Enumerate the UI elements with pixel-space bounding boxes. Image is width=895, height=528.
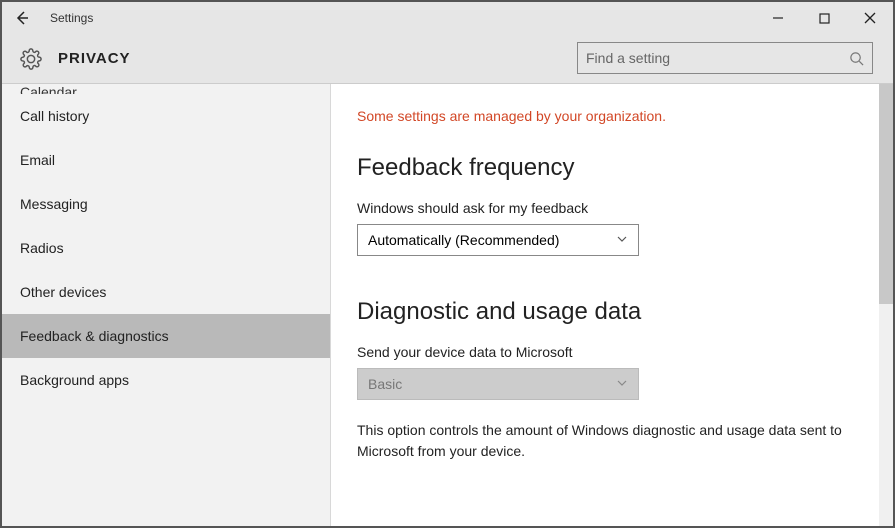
sidebar-item-label: Email xyxy=(20,152,55,168)
diagnostic-description: This option controls the amount of Windo… xyxy=(357,420,857,462)
sidebar-item-label: Radios xyxy=(20,240,64,256)
chevron-down-icon xyxy=(616,377,628,392)
sidebar-item-label: Other devices xyxy=(20,284,106,300)
window-controls xyxy=(755,2,893,34)
sidebar-item-cutoff[interactable]: Calendar xyxy=(2,84,330,94)
back-button[interactable] xyxy=(2,2,42,34)
feedback-frequency-label: Windows should ask for my feedback xyxy=(357,200,857,216)
scrollbar-thumb[interactable] xyxy=(879,84,893,304)
sidebar-item-label: Call history xyxy=(20,108,89,124)
maximize-button[interactable] xyxy=(801,2,847,34)
body: Calendar Call history Email Messaging Ra… xyxy=(2,84,893,526)
sidebar-item-call-history[interactable]: Call history xyxy=(2,94,330,138)
sidebar-item-messaging[interactable]: Messaging xyxy=(2,182,330,226)
section-title-diagnostic: Diagnostic and usage data xyxy=(357,298,857,326)
diagnostic-data-select: Basic xyxy=(357,368,639,400)
sidebar-item-label: Feedback & diagnostics xyxy=(20,328,169,344)
close-button[interactable] xyxy=(847,2,893,34)
title-bar: Settings xyxy=(2,2,893,34)
sidebar-item-feedback-diagnostics[interactable]: Feedback & diagnostics xyxy=(2,314,330,358)
search-icon xyxy=(849,51,864,66)
search-input[interactable] xyxy=(586,50,849,66)
sidebar-item-label: Messaging xyxy=(20,196,88,212)
content-pane: Some settings are managed by your organi… xyxy=(330,84,893,526)
sidebar-item-background-apps[interactable]: Background apps xyxy=(2,358,330,402)
search-box[interactable] xyxy=(577,42,873,74)
select-value: Basic xyxy=(368,376,402,392)
close-icon xyxy=(864,12,876,24)
chevron-down-icon xyxy=(616,233,628,248)
sidebar-item-radios[interactable]: Radios xyxy=(2,226,330,270)
sidebar-item-label: Background apps xyxy=(20,372,129,388)
organization-notice: Some settings are managed by your organi… xyxy=(357,108,857,124)
gear-icon xyxy=(20,48,42,70)
sidebar-item-other-devices[interactable]: Other devices xyxy=(2,270,330,314)
page-title: PRIVACY xyxy=(58,50,131,67)
section-title-feedback: Feedback frequency xyxy=(357,154,857,182)
select-value: Automatically (Recommended) xyxy=(368,232,559,248)
feedback-frequency-select[interactable]: Automatically (Recommended) xyxy=(357,224,639,256)
scrollbar[interactable] xyxy=(879,84,893,526)
diagnostic-data-label: Send your device data to Microsoft xyxy=(357,344,857,360)
window-title: Settings xyxy=(50,11,93,25)
sidebar-item-email[interactable]: Email xyxy=(2,138,330,182)
maximize-icon xyxy=(819,13,830,24)
sidebar: Calendar Call history Email Messaging Ra… xyxy=(2,84,330,526)
minimize-button[interactable] xyxy=(755,2,801,34)
header: PRIVACY xyxy=(2,34,893,84)
arrow-left-icon xyxy=(14,10,30,26)
minimize-icon xyxy=(772,12,784,24)
